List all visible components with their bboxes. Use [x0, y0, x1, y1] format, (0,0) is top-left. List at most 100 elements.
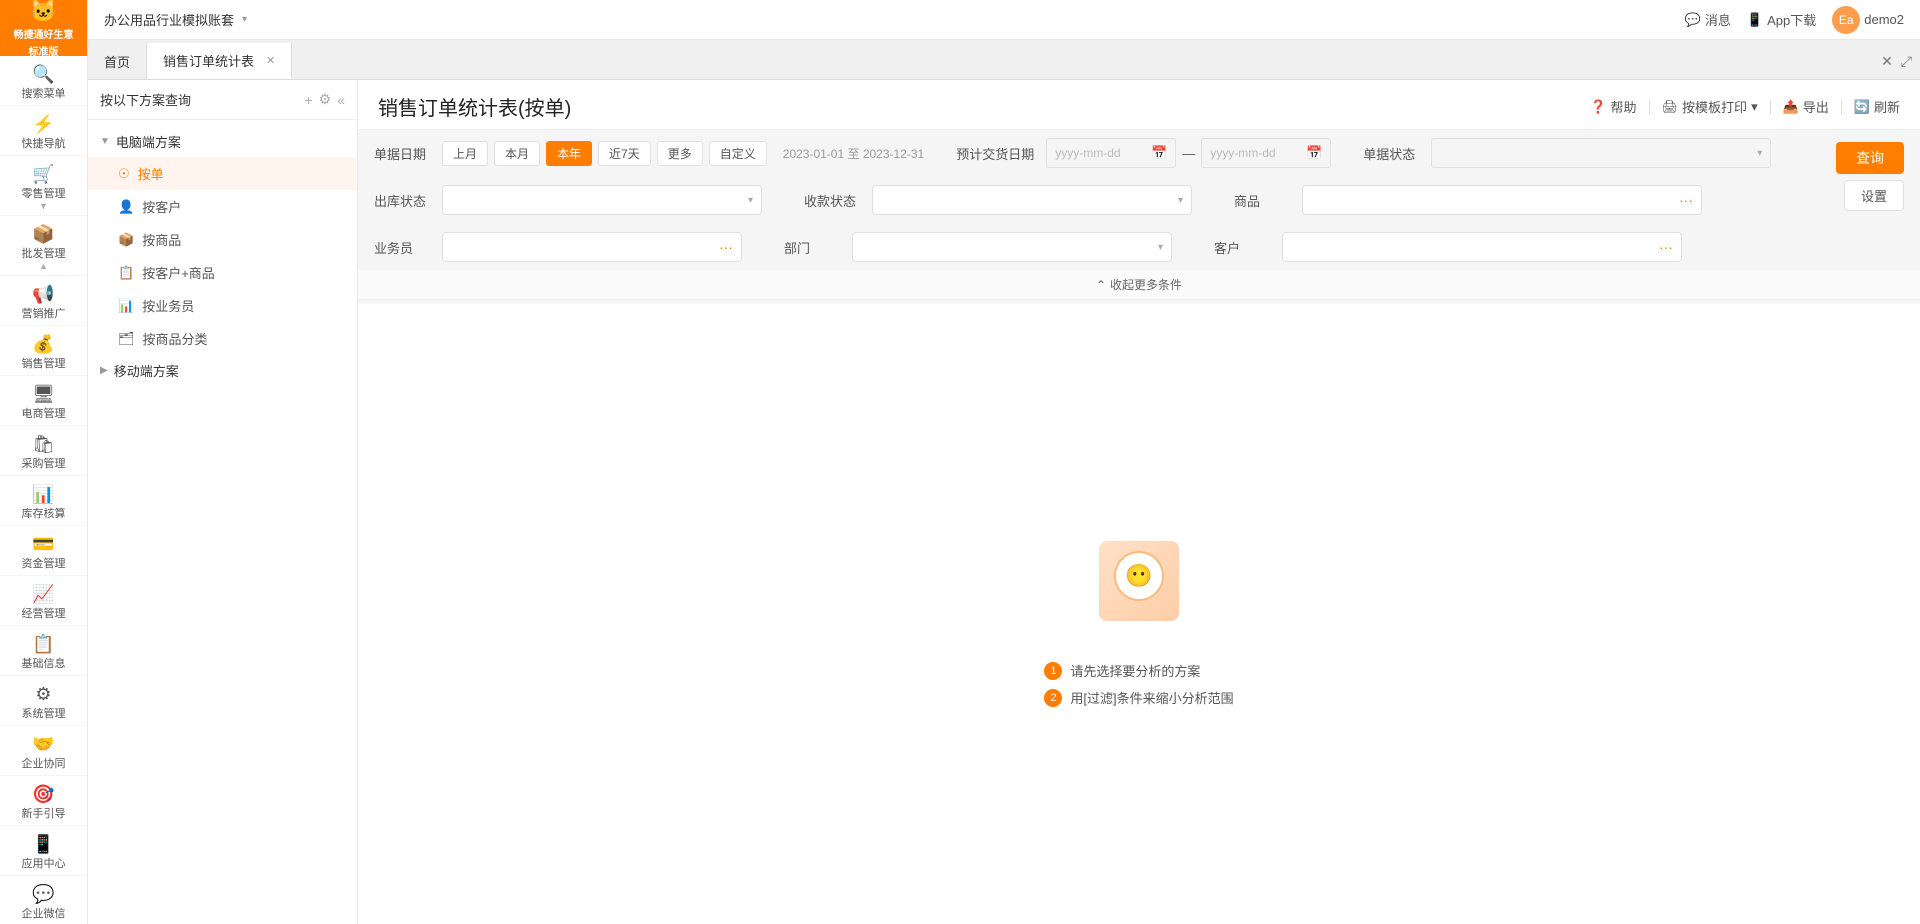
refresh-btn[interactable]: 🔄 刷新 [1854, 97, 1900, 116]
sidebar-item-wholesale[interactable]: 📦 批发管理 ▲ [0, 216, 87, 276]
user-menu[interactable]: Ea demo2 [1832, 6, 1904, 34]
customer-input[interactable]: ··· [1282, 232, 1682, 262]
app-download-btn[interactable]: 📱 App下载 [1747, 10, 1816, 29]
content-area: 按以下方案查询 + ⚙ « ▼ 电脑端方案 ☉ 按单 [88, 80, 1920, 924]
sidebar-item-new-guide[interactable]: 🎯 新手引导 [0, 776, 87, 826]
ship-status-dropdown-icon: ▾ [748, 195, 753, 206]
left-panel: 按以下方案查询 + ⚙ « ▼ 电脑端方案 ☉ 按单 [88, 80, 358, 924]
sidebar-item-finance[interactable]: 💳 资金管理 [0, 526, 87, 576]
scheme-by-customer[interactable]: 👤 按客户 [88, 190, 357, 223]
status-label: 单据状态 [1363, 144, 1419, 163]
quick-nav-icon: ⚡ [32, 114, 54, 135]
goods-input[interactable]: ··· [1302, 185, 1702, 215]
sidebar-item-company-cooperation[interactable]: 🤝 企业协同 [0, 726, 87, 776]
sidebar-item-company-wechat[interactable]: 💬 企业微信 [0, 876, 87, 924]
salesperson-input[interactable]: ··· [442, 232, 742, 262]
template-print-btn[interactable]: 🖨 按模板打印 ▾ [1662, 97, 1758, 116]
scheme-settings-icon[interactable]: ⚙ [319, 91, 332, 108]
finance-label: 资金管理 [22, 555, 66, 571]
tab-maximize-icon[interactable]: ⤢ [1901, 53, 1912, 70]
calendar-start-icon: 📅 [1151, 145, 1167, 161]
message-icon: 💬 [1685, 12, 1701, 28]
date-btn-last-7[interactable]: 近7天 [598, 141, 651, 166]
sidebar-item-operations[interactable]: 📈 经营管理 [0, 576, 87, 626]
page-header: 销售订单统计表(按单) ❓ 帮助 🖨 按模板打印 ▾ 📤 [358, 80, 1920, 130]
filter-main: 单据日期 上月 本月 本年 近7天 更多 自定义 2023-01-01 至 20… [358, 130, 1820, 270]
ecommerce-icon: 🖥 [32, 384, 55, 405]
operations-icon: 📈 [32, 584, 54, 605]
sidebar-item-inventory[interactable]: 📊 库存核算 [0, 476, 87, 526]
collapse-bar[interactable]: ⌃ 收起更多条件 [358, 270, 1920, 300]
scheme-collapse-icon[interactable]: « [337, 92, 345, 108]
inventory-icon: 📊 [32, 484, 54, 505]
add-scheme-btn[interactable]: + [304, 92, 312, 108]
date-btn-this-year[interactable]: 本年 [546, 141, 592, 166]
sidebar-item-retail[interactable]: 🛒 零售管理 ▼ [0, 156, 87, 216]
sidebar-item-quick-nav[interactable]: ⚡ 快捷导航 [0, 106, 87, 156]
scheme-by-category[interactable]: 🗂 按商品分类 [88, 322, 357, 355]
sidebar-item-marketing[interactable]: 📢 营销推广 [0, 276, 87, 326]
system-label: 系统管理 [22, 705, 66, 721]
scheme-by-order[interactable]: ☉ 按单 [88, 157, 357, 190]
inventory-label: 库存核算 [22, 505, 66, 521]
scheme-by-salesperson[interactable]: 📊 按业务员 [88, 289, 357, 322]
date-dash: — [1182, 146, 1195, 161]
expected-date-end[interactable]: yyyy-mm-dd 📅 [1201, 138, 1331, 168]
sidebar-item-system[interactable]: ⚙ 系统管理 [0, 676, 87, 726]
message-btn[interactable]: 💬 消息 [1685, 10, 1731, 29]
settings-btn[interactable]: 设置 [1844, 180, 1904, 211]
logo-icon: 🐱 [30, 0, 57, 24]
query-btn[interactable]: 查询 [1836, 142, 1904, 174]
desktop-group-header[interactable]: ▼ 电脑端方案 [88, 126, 357, 157]
status-select[interactable]: ▾ [1431, 138, 1771, 168]
tab-home[interactable]: 首页 [88, 43, 147, 79]
tab-close-icon[interactable]: ✕ [266, 54, 275, 67]
print-dropdown-icon: ▾ [1751, 99, 1758, 115]
app-download-icon: 📱 [1747, 12, 1763, 28]
scheme-by-order-icon: ☉ [118, 166, 130, 182]
marketing-icon: 📢 [32, 284, 54, 305]
company-dropdown-icon[interactable]: ▾ [242, 14, 247, 25]
sidebar-item-purchase[interactable]: 🛍 采购管理 [0, 426, 87, 476]
sidebar-item-app-center[interactable]: 📱 应用中心 [0, 826, 87, 876]
sidebar-item-basic-info[interactable]: 📋 基础信息 [0, 626, 87, 676]
tree-section: ▼ 电脑端方案 ☉ 按单 👤 按客户 📦 按商品 [88, 120, 357, 392]
expected-date-start[interactable]: yyyy-mm-dd 📅 [1046, 138, 1176, 168]
sidebar-item-search-menu[interactable]: 🔍 搜索菜单 [0, 56, 87, 106]
divider-2 [1770, 100, 1771, 114]
salesperson-ellipsis-icon: ··· [719, 239, 733, 255]
empty-tip-2: 2 用[过滤]条件来缩小分析范围 [1044, 688, 1233, 707]
payment-status-select[interactable]: ▾ [872, 185, 1192, 215]
goods-ellipsis-icon: ··· [1679, 192, 1693, 208]
payment-status-dropdown-icon: ▾ [1178, 195, 1183, 206]
scheme-by-customer-goods[interactable]: 📋 按客户+商品 [88, 256, 357, 289]
left-panel-title: 按以下方案查询 [100, 90, 191, 109]
sidebar-item-ecommerce[interactable]: 🖥 电商管理 [0, 376, 87, 426]
department-label: 部门 [784, 238, 840, 257]
wholesale-expand-icon: ▲ [39, 261, 48, 271]
date-btn-this-month[interactable]: 本月 [494, 141, 540, 166]
department-select[interactable]: ▾ [852, 232, 1172, 262]
scheme-by-category-label: 按商品分类 [143, 329, 208, 348]
top-header: 办公用品行业模拟账套 ▾ 💬 消息 📱 App下载 Ea demo2 [88, 0, 1920, 40]
ship-status-select[interactable]: ▾ [442, 185, 762, 215]
export-icon: 📤 [1783, 99, 1799, 115]
template-print-label: 按模板打印 [1682, 97, 1747, 116]
export-btn[interactable]: 📤 导出 [1783, 97, 1829, 116]
help-btn[interactable]: ❓ 帮助 [1590, 97, 1636, 116]
mobile-group-arrow: ▶ [100, 365, 108, 376]
retail-label: 零售管理 [22, 185, 66, 201]
date-btn-last-month[interactable]: 上月 [442, 141, 488, 166]
date-btn-more[interactable]: 更多 [657, 141, 703, 166]
action-buttons: 查询 设置 [1820, 130, 1920, 270]
wholesale-label: 批发管理 [22, 245, 66, 261]
tab-close-window-icon[interactable]: ✕ [1881, 53, 1893, 70]
scheme-by-salesperson-icon: 📊 [118, 298, 134, 314]
date-btn-custom[interactable]: 自定义 [709, 141, 767, 166]
right-panel: 销售订单统计表(按单) ❓ 帮助 🖨 按模板打印 ▾ 📤 [358, 80, 1920, 924]
scheme-by-goods[interactable]: 📦 按商品 [88, 223, 357, 256]
sidebar-item-sales[interactable]: 💰 销售管理 [0, 326, 87, 376]
mobile-group-header[interactable]: ▶ 移动端方案 [88, 355, 357, 386]
tab-sales-order-stat[interactable]: 销售订单统计表 ✕ [147, 43, 292, 79]
scheme-by-order-label: 按单 [138, 164, 164, 183]
